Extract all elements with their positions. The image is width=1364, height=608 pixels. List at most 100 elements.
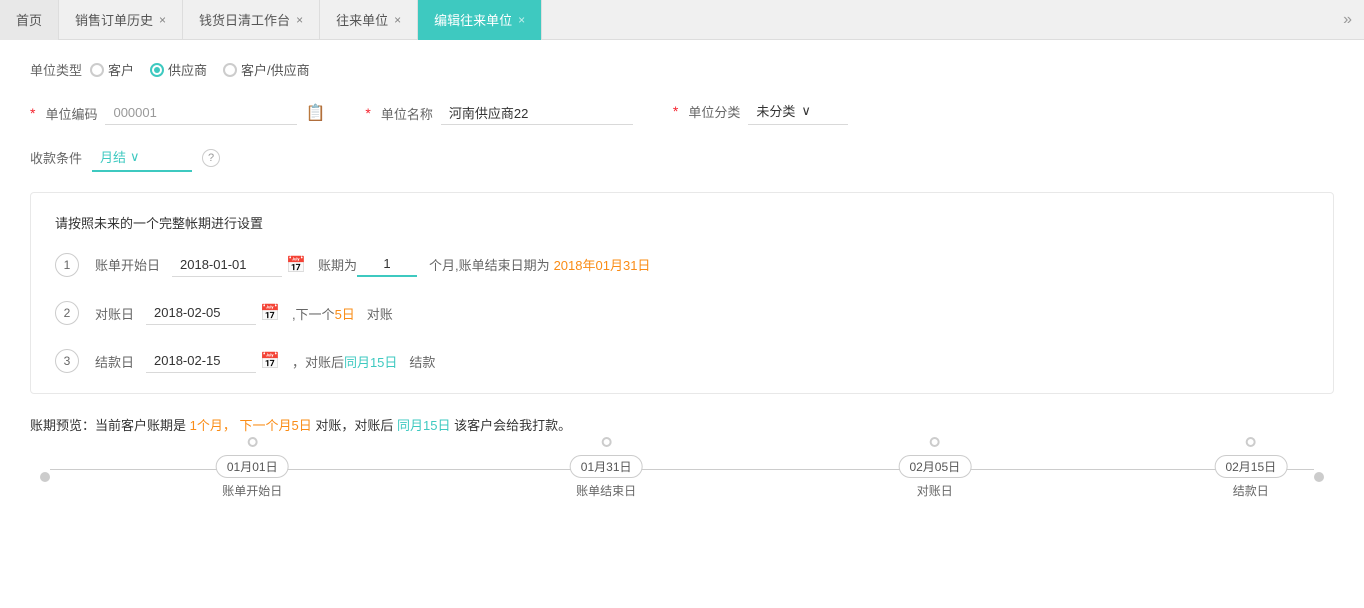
- tab-edit-partner-label: 编辑往来单位: [434, 10, 512, 29]
- period-desc-after-3: 结款: [409, 352, 435, 371]
- tab-partner[interactable]: 往来单位 ×: [320, 0, 418, 40]
- unit-category-value: 未分类: [756, 101, 795, 120]
- timeline-badge-4: 02月15日: [1214, 455, 1287, 478]
- timeline-point-3: 02月05日 对账日: [898, 441, 971, 499]
- unit-code-calendar-icon[interactable]: 📋: [305, 103, 325, 123]
- timeline-dot-4: [1246, 437, 1256, 447]
- period-desc-before-2: ,下一个: [292, 304, 335, 323]
- unit-code-input[interactable]: [105, 101, 297, 125]
- timeline: 01月01日 账单开始日 01月31日 账单结束日 02月05日 对账日 02月…: [30, 457, 1334, 482]
- preview-part2: 下一个月5日: [240, 418, 312, 433]
- preview-part1: 1个月，: [190, 418, 236, 433]
- unit-code-label: 单位编码: [45, 104, 97, 123]
- tab-more-button[interactable]: »: [1331, 11, 1364, 29]
- radio-both-circle: [223, 63, 237, 77]
- timeline-point-4: 02月15日 结款日: [1214, 441, 1287, 499]
- period-desc-after-2: 对账: [367, 304, 393, 323]
- preview-suffix: 该客户会给我打款。: [454, 418, 571, 433]
- timeline-label-3: 对账日: [917, 482, 953, 499]
- radio-customer[interactable]: 客户: [90, 60, 134, 79]
- unit-code-required: *: [30, 105, 35, 121]
- payment-condition-value: 月结: [100, 147, 126, 166]
- unit-type-radio-group: 客户 供应商 客户/供应商: [90, 60, 310, 79]
- radio-supplier[interactable]: 供应商: [150, 60, 207, 79]
- main-content: 单位类型 客户 供应商 客户/供应商 * 单位编码 📋 *: [0, 40, 1364, 608]
- radio-both-label: 客户/供应商: [241, 60, 310, 79]
- period-date-2[interactable]: [146, 301, 256, 325]
- help-symbol: ?: [208, 152, 214, 164]
- period-label-3: 结款日: [95, 352, 134, 371]
- unit-name-label: 单位名称: [381, 104, 433, 123]
- period-label-2: 对账日: [95, 304, 134, 323]
- period-row-3: 3 结款日 📅 ，对账后 同月15日 结款: [55, 349, 1309, 373]
- preview-middle: 对账，对账后: [315, 418, 393, 433]
- tab-home-label: 首页: [16, 10, 42, 29]
- tab-edit-partner[interactable]: 编辑往来单位 ×: [418, 0, 542, 40]
- timeline-dot-2: [601, 437, 611, 447]
- radio-customer-label: 客户: [108, 60, 134, 79]
- unit-category-required: *: [673, 103, 678, 119]
- period-highlight-2: 5日: [335, 304, 355, 323]
- preview-text: 账期预览：当前客户账期是 1个月， 下一个月5日 对账，对账后 同月15日 该客…: [30, 414, 1334, 437]
- tab-edit-partner-close-icon[interactable]: ×: [518, 13, 525, 27]
- timeline-badge-1: 01月01日: [216, 455, 289, 478]
- timeline-point-1: 01月01日 账单开始日: [216, 441, 289, 499]
- unit-category-chevron-icon: ∨: [801, 103, 811, 119]
- payment-help-icon[interactable]: ?: [202, 149, 220, 167]
- timeline-dot-3: [930, 437, 940, 447]
- timeline-badge-3: 02月05日: [898, 455, 971, 478]
- tab-cash-label: 钱货日清工作台: [199, 10, 290, 29]
- payment-chevron-icon: ∨: [130, 149, 140, 165]
- period-highlight-3: 同月15日: [344, 352, 397, 371]
- tab-partner-close-icon[interactable]: ×: [394, 13, 401, 27]
- period-settings-box: 请按照未来的一个完整帐期进行设置 1 账单开始日 📅 账期为 个月,账单结束日期…: [30, 192, 1334, 394]
- period-desc-before-1: 账期为: [318, 255, 357, 274]
- timeline-point-2: 01月31日 账单结束日: [570, 441, 643, 499]
- unit-type-label: 单位类型: [30, 60, 82, 79]
- period-row-2: 2 对账日 📅 ,下一个 5日 对账: [55, 301, 1309, 325]
- timeline-label-2: 账单结束日: [576, 482, 636, 499]
- timeline-dot-1: [247, 437, 257, 447]
- timeline-start-dot: [40, 472, 50, 482]
- timeline-end-dot: [1314, 472, 1324, 482]
- unit-name-input[interactable]: [441, 101, 633, 125]
- payment-row: 收款条件 月结 ∨ ?: [30, 143, 1334, 172]
- period-num-input-1[interactable]: [357, 252, 417, 277]
- period-desc-after-1: 个月,账单结束日期为: [429, 255, 550, 274]
- tab-cash-close-icon[interactable]: ×: [296, 13, 303, 27]
- period-date-1[interactable]: [172, 253, 282, 277]
- preview-prefix: 账期预览：当前客户账期是: [30, 418, 186, 433]
- tab-sales-label: 销售订单历史: [75, 10, 153, 29]
- unit-name-group: * 单位名称: [365, 101, 632, 125]
- tab-bar: 首页 销售订单历史 × 钱货日清工作台 × 往来单位 × 编辑往来单位 × »: [0, 0, 1364, 40]
- timeline-line: 01月01日 账单开始日 01月31日 账单结束日 02月05日 对账日 02月…: [50, 469, 1314, 470]
- period-num-2: 2: [55, 301, 79, 325]
- period-label-1: 账单开始日: [95, 255, 160, 274]
- unit-category-group: * 单位分类 未分类 ∨: [673, 97, 848, 125]
- radio-customer-circle: [90, 63, 104, 77]
- period-calendar-3[interactable]: 📅: [260, 351, 280, 371]
- period-calendar-1[interactable]: 📅: [286, 255, 306, 275]
- radio-both[interactable]: 客户/供应商: [223, 60, 310, 79]
- timeline-label-1: 账单开始日: [222, 482, 282, 499]
- tab-home[interactable]: 首页: [0, 0, 59, 40]
- period-num-3: 3: [55, 349, 79, 373]
- tab-cash-work[interactable]: 钱货日清工作台 ×: [183, 0, 320, 40]
- preview-part3: 同月15日: [397, 418, 450, 433]
- timeline-badge-2: 01月31日: [570, 455, 643, 478]
- unit-type-row: 单位类型 客户 供应商 客户/供应商: [30, 60, 1334, 79]
- period-highlight-1: 2018年01月31日: [554, 255, 651, 274]
- radio-supplier-circle: [150, 63, 164, 77]
- tab-sales-order-history[interactable]: 销售订单历史 ×: [59, 0, 183, 40]
- tab-sales-close-icon[interactable]: ×: [159, 13, 166, 27]
- unit-code-group: * 单位编码 📋: [30, 101, 325, 125]
- period-num-1: 1: [55, 253, 79, 277]
- payment-condition-select[interactable]: 月结 ∨: [92, 143, 192, 172]
- period-calendar-2[interactable]: 📅: [260, 303, 280, 323]
- period-settings-title: 请按照未来的一个完整帐期进行设置: [55, 213, 1309, 232]
- period-date-3[interactable]: [146, 349, 256, 373]
- tab-partner-label: 往来单位: [336, 10, 388, 29]
- payment-condition-label: 收款条件: [30, 148, 82, 167]
- unit-category-select[interactable]: 未分类 ∨: [748, 97, 848, 125]
- unit-fields-row: * 单位编码 📋 * 单位名称 * 单位分类 未分类 ∨: [30, 97, 1334, 125]
